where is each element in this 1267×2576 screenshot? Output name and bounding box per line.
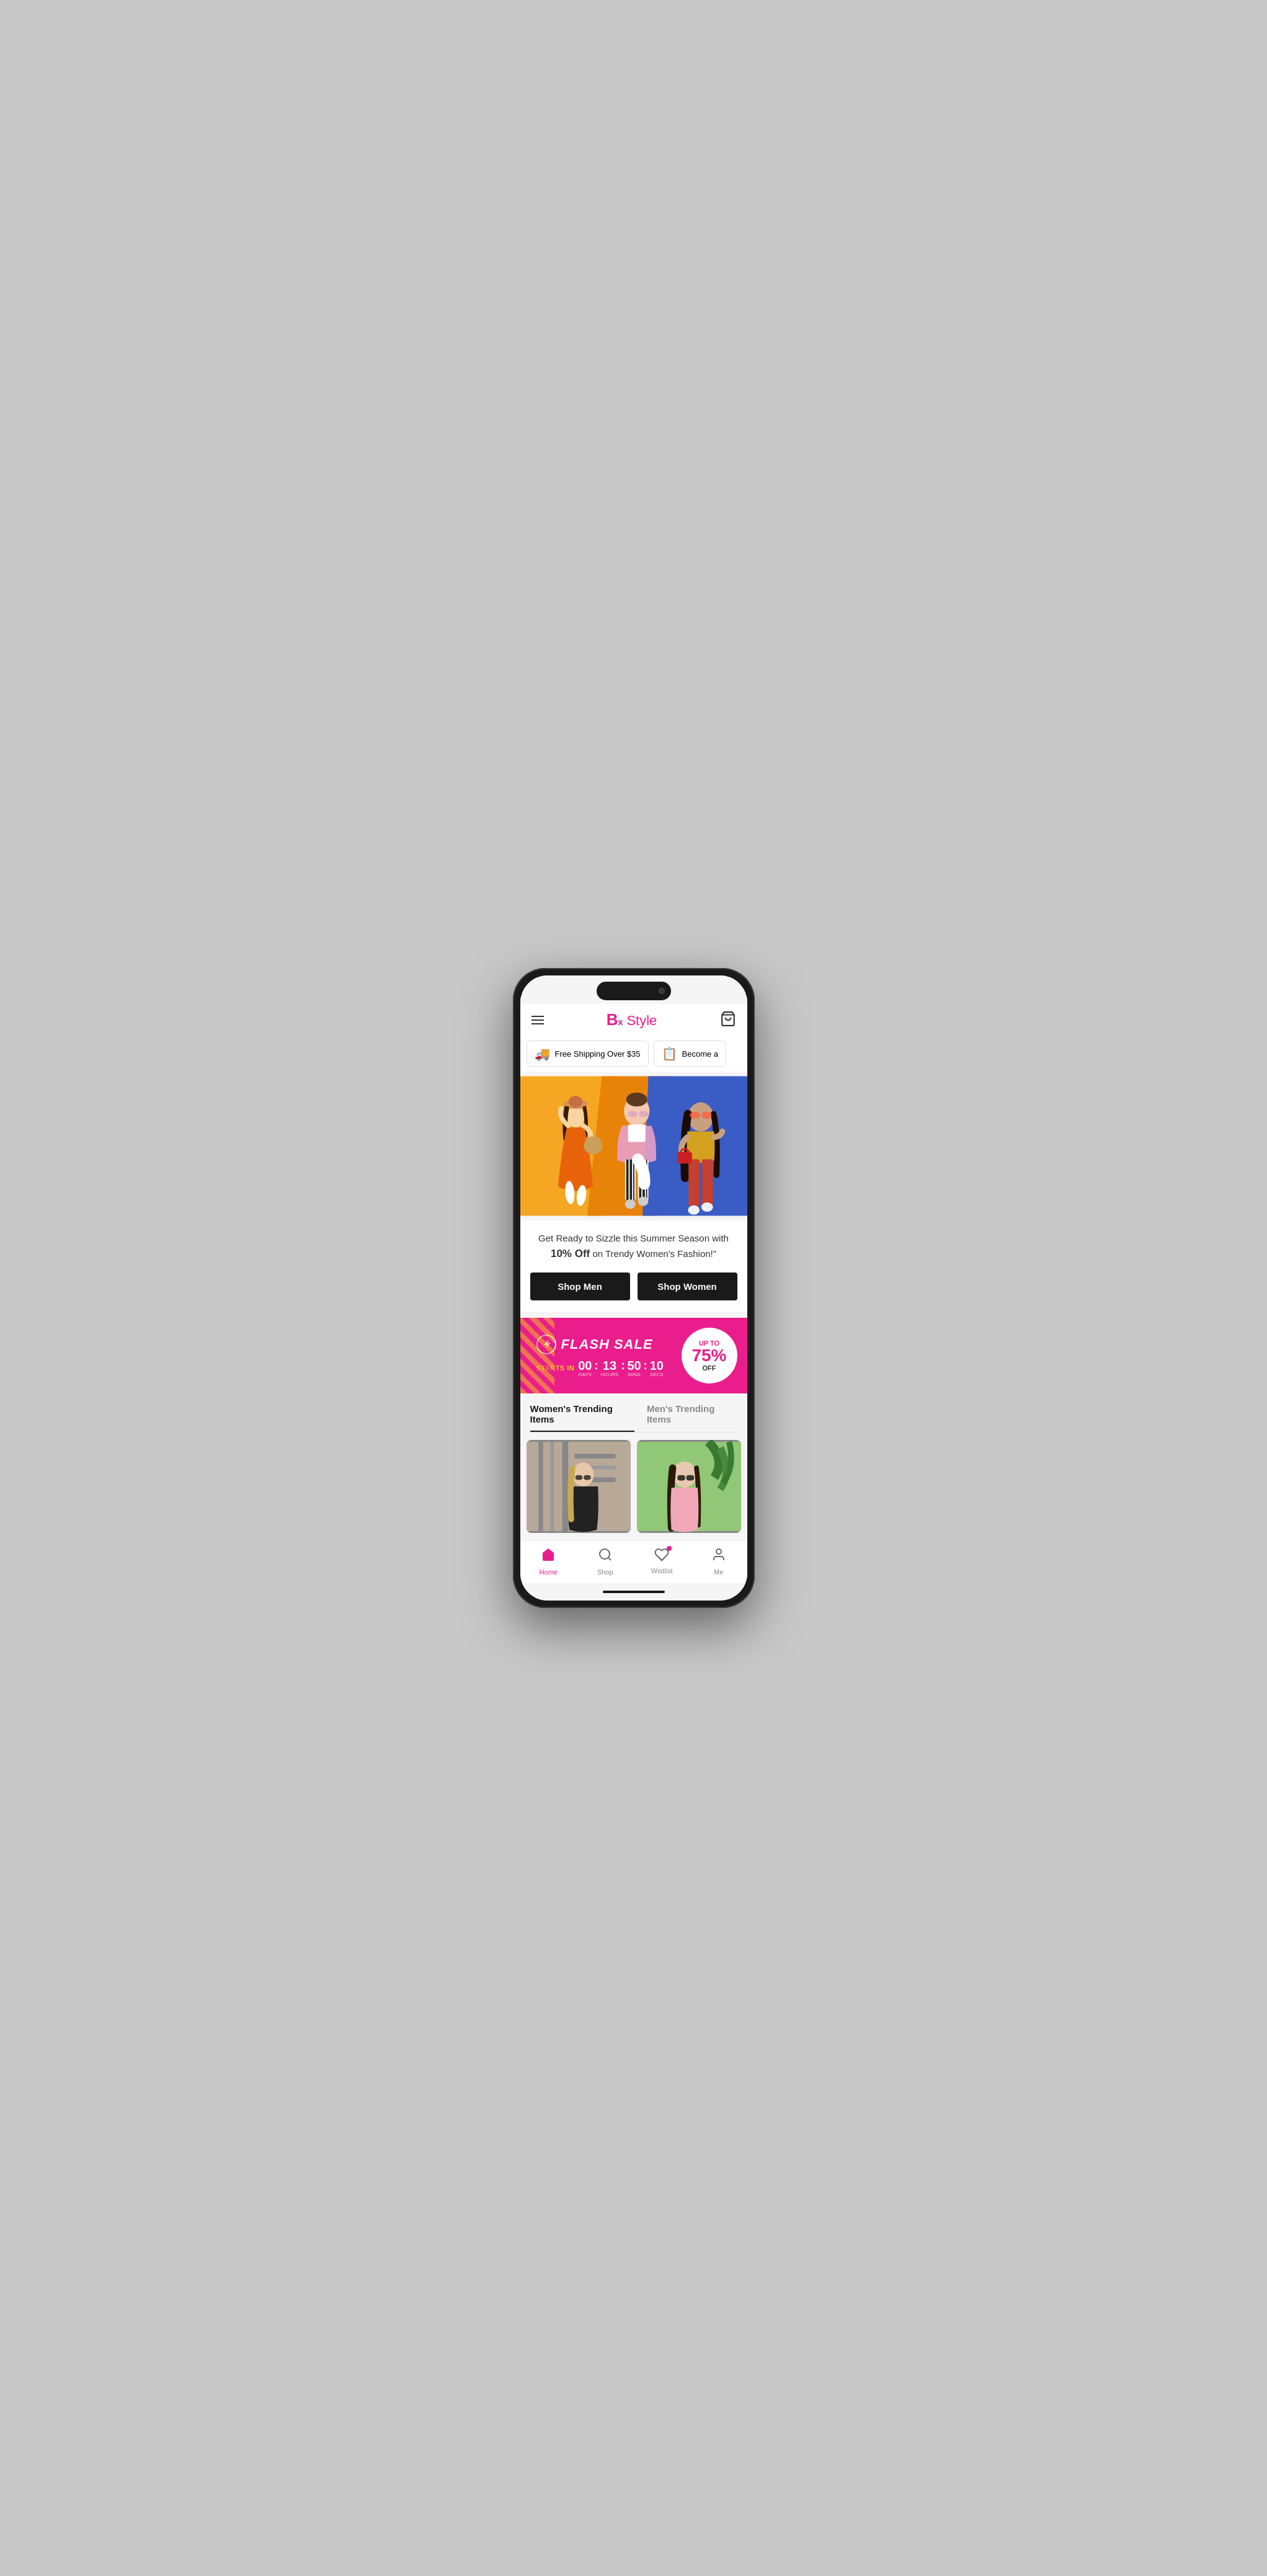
- svg-rect-15: [629, 1160, 632, 1201]
- svg-point-28: [690, 1112, 700, 1119]
- logo-style: Style: [626, 1013, 657, 1029]
- svg-rect-22: [639, 1111, 648, 1117]
- product-grid: [520, 1432, 747, 1540]
- countdown-hours: 13 HOURS: [601, 1359, 619, 1377]
- cart-icon[interactable]: [720, 1011, 736, 1029]
- hero-text-section: Get Ready to Sizzle this Summer Season w…: [520, 1220, 747, 1272]
- svg-point-31: [688, 1206, 700, 1215]
- svg-point-6: [568, 1096, 582, 1108]
- shop-buttons-section: Shop Men Shop Women: [520, 1272, 747, 1312]
- nav-home[interactable]: Home: [520, 1547, 577, 1576]
- phone-frame: Bx Style 🚚 Free Shipping Over $35 📋 Beco…: [513, 968, 755, 1608]
- hero-headline: Get Ready to Sizzle this Summer Season w…: [530, 1232, 737, 1261]
- product-image-1: [527, 1440, 631, 1533]
- promo-shipping[interactable]: 🚚 Free Shipping Over $35: [527, 1041, 649, 1067]
- svg-rect-27: [701, 1160, 713, 1206]
- svg-line-48: [608, 1558, 610, 1560]
- shop-men-button[interactable]: Shop Men: [530, 1272, 630, 1300]
- nav-wishlist[interactable]: Wistlist: [634, 1547, 691, 1576]
- countdown-secs: 10 SECS: [650, 1359, 664, 1377]
- svg-rect-36: [562, 1442, 568, 1531]
- svg-rect-42: [584, 1475, 591, 1480]
- svg-rect-35: [550, 1442, 554, 1531]
- svg-rect-14: [626, 1160, 628, 1201]
- svg-point-47: [600, 1549, 610, 1559]
- svg-point-44: [672, 1462, 696, 1488]
- truck-icon: 🚚: [535, 1046, 550, 1061]
- bottom-navigation: Home Shop Wistlist: [520, 1540, 747, 1583]
- svg-rect-30: [677, 1152, 691, 1163]
- svg-rect-41: [575, 1475, 582, 1480]
- svg-rect-34: [538, 1442, 543, 1531]
- app-logo: Bx Style: [607, 1010, 657, 1029]
- flash-starts-row: STARTS IN 00 DAYS : 13 HOURS :: [536, 1359, 682, 1377]
- phone-screen: Bx Style 🚚 Free Shipping Over $35 📋 Beco…: [520, 975, 747, 1601]
- flash-sale-title: FLASH SALE: [561, 1336, 653, 1352]
- svg-point-11: [626, 1093, 647, 1107]
- svg-rect-12: [628, 1124, 645, 1142]
- product-card-1[interactable]: [527, 1440, 631, 1533]
- svg-point-40: [572, 1463, 593, 1486]
- camera-dot: [659, 988, 665, 994]
- sep3: :: [644, 1359, 647, 1372]
- sep2: :: [621, 1359, 625, 1372]
- user-icon: [711, 1547, 726, 1566]
- promo-member[interactable]: 📋 Become a: [654, 1041, 727, 1067]
- promo-strip: 🚚 Free Shipping Over $35 📋 Become a: [520, 1036, 747, 1072]
- trending-tabs: Women's Trending Items Men's Trending It…: [530, 1403, 737, 1432]
- wishlist-wrapper: [654, 1547, 669, 1565]
- app-header: Bx Style: [520, 1004, 747, 1036]
- countdown-timer: 00 DAYS : 13 HOURS : 50 MINS: [578, 1359, 664, 1377]
- tab-men[interactable]: Men's Trending Items: [647, 1403, 737, 1432]
- flash-title-row: FLASH SALE: [536, 1335, 682, 1354]
- shop-women-button[interactable]: Shop Women: [638, 1272, 737, 1300]
- product-image-2: [637, 1440, 741, 1533]
- notch-bar: [520, 975, 747, 1004]
- svg-rect-16: [633, 1160, 634, 1201]
- flash-discount-badge: UP TO 75% OFF: [682, 1328, 737, 1383]
- badge-percent: 75%: [691, 1347, 726, 1364]
- trending-tabs-section: Women's Trending Items Men's Trending It…: [520, 1393, 747, 1432]
- logo-x: x: [618, 1017, 623, 1027]
- hero-highlight: 10% Off: [551, 1248, 590, 1259]
- svg-point-24: [638, 1197, 648, 1206]
- svg-point-23: [625, 1199, 635, 1209]
- svg-point-32: [701, 1202, 713, 1212]
- notch: [597, 982, 671, 1000]
- home-label: Home: [540, 1568, 558, 1576]
- svg-rect-21: [628, 1111, 637, 1117]
- shipping-text: Free Shipping Over $35: [555, 1049, 641, 1059]
- flash-stripes: [520, 1318, 554, 1393]
- svg-rect-46: [686, 1475, 693, 1481]
- home-icon: [541, 1547, 556, 1566]
- member-icon: 📋: [662, 1046, 677, 1061]
- svg-rect-45: [677, 1475, 685, 1481]
- svg-rect-26: [688, 1160, 700, 1206]
- logo-b: B: [607, 1010, 618, 1029]
- svg-rect-37: [574, 1454, 615, 1459]
- shop-icon: [598, 1547, 613, 1566]
- hero-banner: [520, 1072, 747, 1220]
- flash-sale-banner: FLASH SALE STARTS IN 00 DAYS : 13 HOURS: [520, 1318, 747, 1393]
- nav-shop[interactable]: Shop: [577, 1547, 634, 1576]
- home-indicator-bar: [603, 1591, 665, 1593]
- shop-label: Shop: [597, 1568, 613, 1576]
- me-label: Me: [714, 1568, 723, 1576]
- sep1: :: [595, 1359, 598, 1372]
- home-indicator-area: [520, 1583, 747, 1601]
- svg-point-29: [701, 1112, 711, 1119]
- nav-me[interactable]: Me: [690, 1547, 747, 1576]
- badge-off: OFF: [703, 1364, 716, 1372]
- member-text: Become a: [682, 1049, 719, 1059]
- countdown-days: 00 DAYS: [578, 1359, 592, 1377]
- product-card-2[interactable]: [637, 1440, 741, 1533]
- wishlist-dot: [667, 1546, 672, 1551]
- wishlist-label: Wistlist: [651, 1567, 673, 1574]
- svg-point-49: [716, 1549, 721, 1554]
- countdown-mins: 50 MINS: [627, 1359, 641, 1377]
- hamburger-icon[interactable]: [531, 1016, 544, 1024]
- tab-women[interactable]: Women's Trending Items: [530, 1403, 634, 1432]
